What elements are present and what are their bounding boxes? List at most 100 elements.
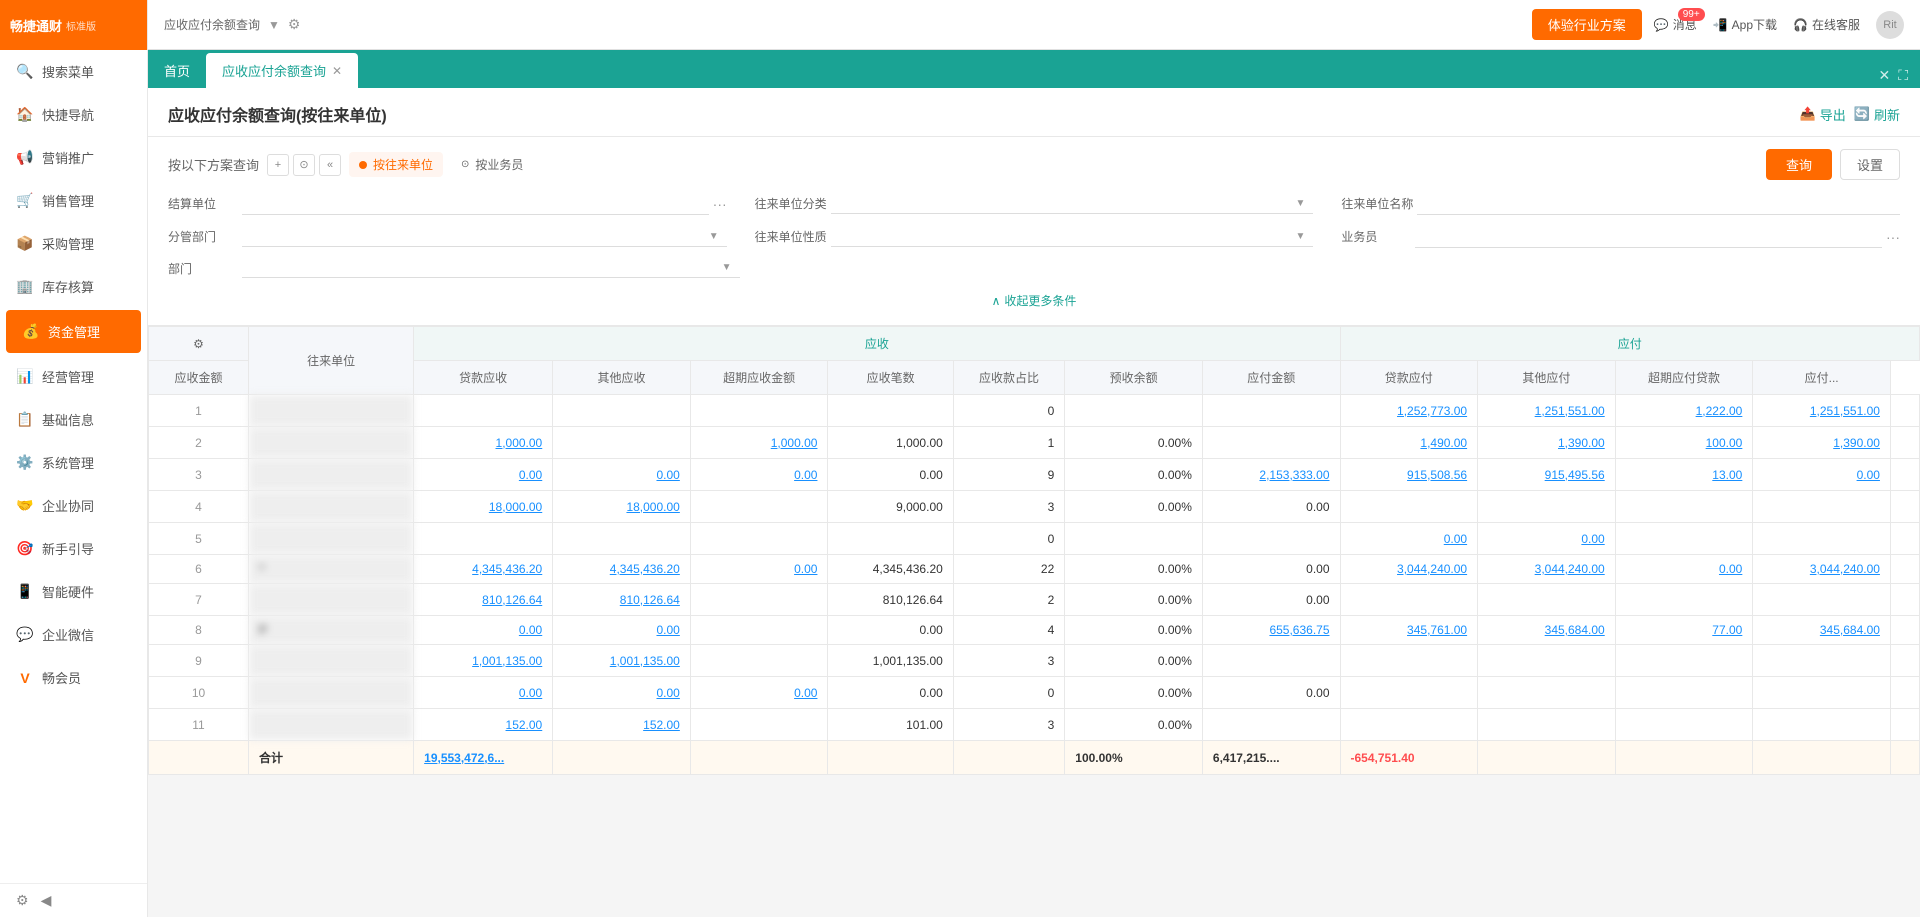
- sidebar-bottom: ⚙ ◀: [0, 883, 147, 917]
- export-label: 导出: [1820, 105, 1846, 124]
- sidebar-item-system[interactable]: ⚙️ 系统管理: [0, 441, 147, 484]
- filter-unit-category: 往来单位分类 ▼: [755, 194, 1314, 214]
- scheme-dot: [359, 161, 367, 169]
- app-download-button[interactable]: 📲 App下载: [1713, 16, 1777, 33]
- filter-scheme-label: 按以下方案查询: [168, 155, 259, 174]
- table-row: 2 1,000.001,000.001,000.0010.00%1,490.00…: [149, 427, 1920, 459]
- sidebar-item-label: 销售管理: [42, 191, 94, 210]
- filter-department: 部门 ▼: [168, 258, 740, 278]
- other-ar-col-header: 其他应收: [553, 361, 691, 395]
- sidebar-item-hardware[interactable]: 📱 智能硬件: [0, 570, 147, 613]
- bottom-settings-button[interactable]: ⚙: [16, 892, 29, 909]
- collapse-scheme-button[interactable]: «: [319, 154, 341, 176]
- footer-ap-amount: -654,751.40: [1340, 741, 1478, 775]
- scheme-by-staff[interactable]: ⊙ 按业务员: [451, 152, 533, 177]
- marketing-icon: 📢: [16, 149, 34, 166]
- sidebar-item-guide[interactable]: 🎯 新手引导: [0, 527, 147, 570]
- sidebar-item-label: 经营管理: [42, 367, 94, 386]
- refresh-button[interactable]: 🔄 刷新: [1854, 105, 1900, 124]
- tab-close-icon[interactable]: ✕: [332, 64, 342, 78]
- purchase-icon: 📦: [16, 235, 34, 252]
- search-menu-icon: 🔍: [16, 63, 34, 80]
- filter-scheme-icons: + ⊙ «: [267, 154, 341, 176]
- table-row: 10 0.000.000.000.0000.00%0.00: [149, 677, 1920, 709]
- ar-count-col-header: 应收笔数: [828, 361, 953, 395]
- ar-ratio-col-header: 应收款占比: [953, 361, 1064, 395]
- scheme-by-staff-label: 按业务员: [475, 156, 523, 173]
- page-inner: 应收应付余额查询(按往来单位) 📤 导出 🔄 刷新: [148, 88, 1920, 775]
- table-row: 5 00.000.00: [149, 523, 1920, 555]
- export-button[interactable]: 📤 导出: [1800, 105, 1846, 124]
- salesperson-input[interactable]: [1415, 225, 1882, 248]
- sidebar-item-finance[interactable]: 💰 资金管理: [6, 310, 141, 353]
- query-button[interactable]: 查询: [1766, 149, 1832, 180]
- filter-unit-name: 往来单位名称: [1341, 192, 1900, 215]
- sidebar-item-marketing[interactable]: 📢 营销推广: [0, 136, 147, 179]
- unit-nature-select[interactable]: ▼: [831, 227, 1314, 247]
- footer-prepaid: 6,417,215....: [1202, 741, 1340, 775]
- filter-more-button[interactable]: ∧ 收起更多条件: [168, 288, 1900, 313]
- department-select[interactable]: ▼: [242, 258, 740, 278]
- unit-name-input[interactable]: [1417, 192, 1900, 215]
- user-avatar[interactable]: Rit: [1876, 11, 1904, 39]
- scheme-by-unit[interactable]: 按往来单位: [349, 152, 443, 177]
- ap-group-header: 应付: [1340, 327, 1920, 361]
- unit-category-select[interactable]: ▼: [831, 194, 1314, 214]
- sidebar-item-inventory[interactable]: 🏢 库存核算: [0, 265, 147, 308]
- message-badge: 99+: [1678, 8, 1705, 21]
- salesperson-dots[interactable]: ···: [1886, 229, 1900, 245]
- breadcrumb-area: 应收应付余额查询 ▼ ⚙: [164, 16, 1520, 33]
- table-row: 1 01,252,773.001,251,551.001,222.001,251…: [149, 395, 1920, 427]
- sidebar-item-wechat[interactable]: 💬 企业微信: [0, 613, 147, 656]
- sidebar-item-basic[interactable]: 📋 基础信息: [0, 398, 147, 441]
- footer-overdue-ap: [1753, 741, 1891, 775]
- footer-ar-count: [953, 741, 1064, 775]
- sidebar-item-sales[interactable]: 🛒 销售管理: [0, 179, 147, 222]
- settlement-unit-input[interactable]: [242, 192, 709, 215]
- promo-button[interactable]: 体验行业方案: [1532, 9, 1642, 40]
- table-settings-icon[interactable]: ⚙: [193, 337, 204, 351]
- sidebar-item-operations[interactable]: 📊 经营管理: [0, 355, 147, 398]
- enterprise-icon: 🤝: [16, 497, 34, 514]
- filter-row-2: 分管部门 ▼ 往来单位性质 ▼: [168, 225, 1900, 248]
- footer-loan-ar: [553, 741, 691, 775]
- bottom-collapse-button[interactable]: ◀: [41, 892, 52, 909]
- online-service-button[interactable]: 🎧 在线客服: [1793, 16, 1860, 33]
- settings-button[interactable]: 设置: [1840, 149, 1900, 180]
- sidebar-item-purchase[interactable]: 📦 采购管理: [0, 222, 147, 265]
- settings-col-header[interactable]: ⚙: [149, 327, 249, 361]
- dept-select[interactable]: ▼: [242, 227, 727, 247]
- header-gear-icon[interactable]: ⚙: [288, 16, 301, 33]
- edit-scheme-button[interactable]: ⊙: [293, 154, 315, 176]
- filter-row-1: 结算单位 ··· 往来单位分类 ▼ 往来单位名称: [168, 192, 1900, 215]
- message-button[interactable]: 💬 消息 99+: [1654, 16, 1697, 33]
- close-window-icon[interactable]: ✕: [1878, 67, 1890, 84]
- footer-label: 合计: [249, 741, 414, 775]
- footer-ap-more: [1890, 741, 1919, 775]
- tab-home[interactable]: 首页: [148, 53, 206, 88]
- unit-category-arrow-icon: ▼: [1295, 198, 1305, 209]
- settlement-unit-dots[interactable]: ···: [713, 196, 727, 212]
- add-scheme-button[interactable]: +: [267, 154, 289, 176]
- breadcrumb-dropdown-icon[interactable]: ▼: [268, 18, 280, 32]
- sidebar-logo: 畅捷通财 标准版: [0, 0, 147, 50]
- refresh-label: 刷新: [1874, 105, 1900, 124]
- sidebar-item-label: 企业协同: [42, 496, 94, 515]
- sidebar-item-enterprise[interactable]: 🤝 企业协同: [0, 484, 147, 527]
- sidebar-item-quick-nav[interactable]: 🏠 快捷导航: [0, 93, 147, 136]
- sidebar-item-member[interactable]: V 畅会员: [0, 656, 147, 699]
- sidebar-item-label: 企业微信: [42, 625, 94, 644]
- partner-cell: [249, 709, 414, 741]
- partner-cell: [249, 491, 414, 523]
- partner-cell: [249, 459, 414, 491]
- sidebar-item-search-menu[interactable]: 🔍 搜索菜单: [0, 50, 147, 93]
- sidebar-item-label: 基础信息: [42, 410, 94, 429]
- sidebar-item-label: 资金管理: [48, 322, 100, 341]
- sidebar-item-label: 库存核算: [42, 277, 94, 296]
- home-icon: 🏠: [16, 106, 34, 123]
- footer-ar-amount[interactable]: 19,553,472,6...: [414, 741, 553, 775]
- filter-settlement-unit: 结算单位 ···: [168, 192, 727, 215]
- tab-arAp-query[interactable]: 应收应付余额查询 ✕: [206, 53, 358, 88]
- tab-arAp-query-label: 应收应付余额查询: [222, 61, 326, 80]
- fullscreen-icon[interactable]: ⛶: [1898, 67, 1908, 84]
